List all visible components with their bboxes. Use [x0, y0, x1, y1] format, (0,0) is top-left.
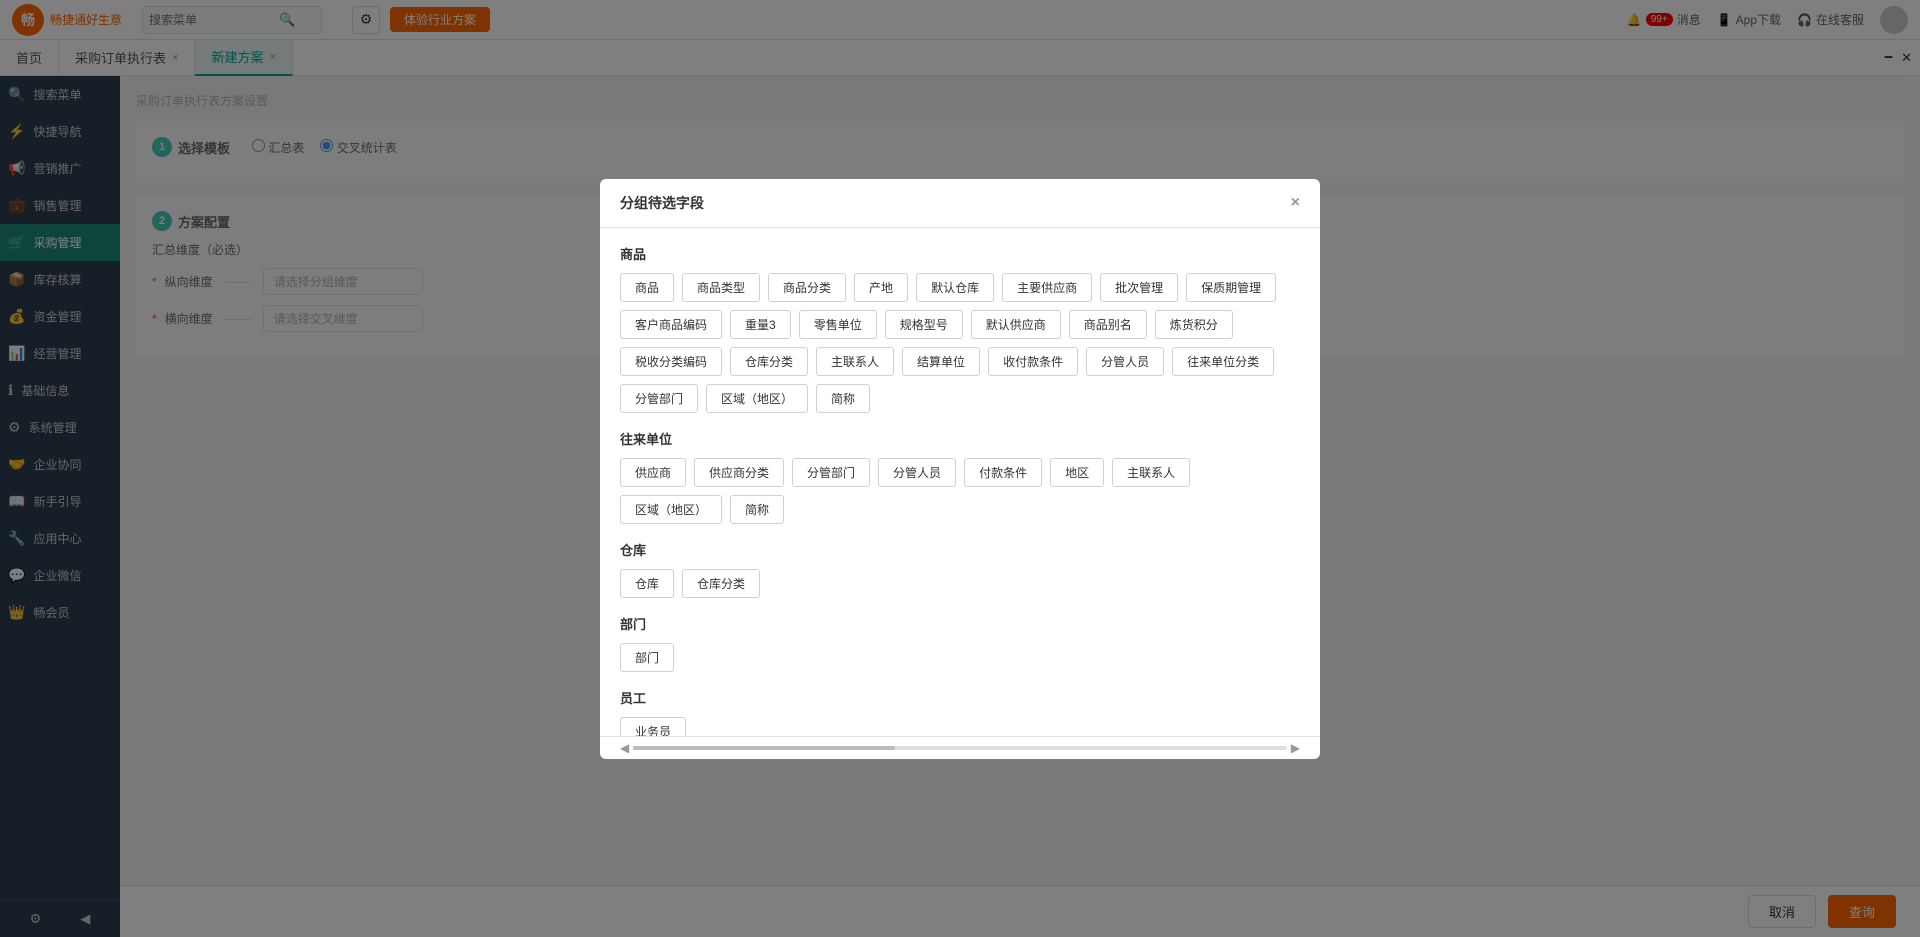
field-tag[interactable]: 仓库分类 — [730, 347, 808, 376]
hscroll-right[interactable]: ▶ — [1291, 741, 1300, 755]
field-tag[interactable]: 默认供应商 — [971, 310, 1061, 339]
category-contact-title: 往来单位 — [620, 429, 1300, 448]
field-tag[interactable]: 产地 — [854, 273, 908, 302]
field-tag[interactable]: 分管人员 — [878, 458, 956, 487]
goods-fields-grid: 商品 商品类型 商品分类 产地 默认仓库 主要供应商 批次管理 保质期管理 客户… — [620, 273, 1300, 413]
category-goods: 商品 商品 商品类型 商品分类 产地 默认仓库 主要供应商 批次管理 保质期管理… — [620, 244, 1300, 413]
category-contact: 往来单位 供应商 供应商分类 分管部门 分管人员 付款条件 地区 主联系人 区域… — [620, 429, 1300, 524]
field-tag[interactable]: 往来单位分类 — [1172, 347, 1274, 376]
field-tag[interactable]: 默认仓库 — [916, 273, 994, 302]
field-tag[interactable]: 业务员 — [620, 717, 686, 736]
field-tag[interactable]: 保质期管理 — [1186, 273, 1276, 302]
field-tag[interactable]: 简称 — [730, 495, 784, 524]
field-tag[interactable]: 主联系人 — [1112, 458, 1190, 487]
hscroll-thumb — [633, 746, 894, 750]
dept-fields-grid: 部门 — [620, 643, 1300, 672]
field-tag[interactable]: 重量3 — [730, 310, 791, 339]
modal-overlay: 分组待选字段 × 商品 商品 商品类型 商品分类 产地 默认仓库 主要供应商 批… — [0, 0, 1920, 937]
category-dept: 部门 部门 — [620, 614, 1300, 672]
field-tag[interactable]: 区域（地区） — [620, 495, 722, 524]
field-tag[interactable]: 分管部门 — [620, 384, 698, 413]
field-tag[interactable]: 税收分类编码 — [620, 347, 722, 376]
warehouse-fields-grid: 仓库 仓库分类 — [620, 569, 1300, 598]
employee-fields-grid: 业务员 — [620, 717, 1300, 736]
category-dept-title: 部门 — [620, 614, 1300, 633]
modal-header: 分组待选字段 × — [600, 179, 1320, 228]
field-tag[interactable]: 商品别名 — [1069, 310, 1147, 339]
hscroll-track — [633, 746, 1287, 750]
field-tag[interactable]: 仓库 — [620, 569, 674, 598]
modal-close-button[interactable]: × — [1291, 194, 1300, 212]
field-tag[interactable]: 主联系人 — [816, 347, 894, 376]
field-tag[interactable]: 简称 — [816, 384, 870, 413]
field-tag[interactable]: 地区 — [1050, 458, 1104, 487]
field-tag[interactable]: 商品类型 — [682, 273, 760, 302]
contact-fields-grid: 供应商 供应商分类 分管部门 分管人员 付款条件 地区 主联系人 区域（地区） … — [620, 458, 1300, 524]
field-tag[interactable]: 区域（地区） — [706, 384, 808, 413]
field-tag[interactable]: 商品 — [620, 273, 674, 302]
field-tag[interactable]: 批次管理 — [1100, 273, 1178, 302]
field-tag[interactable]: 分管人员 — [1086, 347, 1164, 376]
field-tag[interactable]: 主要供应商 — [1002, 273, 1092, 302]
field-tag[interactable]: 零售单位 — [799, 310, 877, 339]
field-tag[interactable]: 炼货积分 — [1155, 310, 1233, 339]
modal-title: 分组待选字段 — [620, 193, 704, 213]
field-tag[interactable]: 结算单位 — [902, 347, 980, 376]
field-tag[interactable]: 付款条件 — [964, 458, 1042, 487]
field-tag[interactable]: 规格型号 — [885, 310, 963, 339]
field-tag[interactable]: 部门 — [620, 643, 674, 672]
field-tag[interactable]: 供应商分类 — [694, 458, 784, 487]
category-goods-title: 商品 — [620, 244, 1300, 263]
field-tag[interactable]: 客户商品编码 — [620, 310, 722, 339]
field-tag[interactable]: 商品分类 — [768, 273, 846, 302]
hscroll-left[interactable]: ◀ — [620, 741, 629, 755]
field-tag[interactable]: 收付款条件 — [988, 347, 1078, 376]
category-employee-title: 员工 — [620, 688, 1300, 707]
field-tag[interactable]: 供应商 — [620, 458, 686, 487]
modal-hscroll: ◀ ▶ — [600, 736, 1320, 759]
modal-body: 商品 商品 商品类型 商品分类 产地 默认仓库 主要供应商 批次管理 保质期管理… — [600, 228, 1320, 736]
category-warehouse: 仓库 仓库 仓库分类 — [620, 540, 1300, 598]
modal-field-select: 分组待选字段 × 商品 商品 商品类型 商品分类 产地 默认仓库 主要供应商 批… — [600, 179, 1320, 759]
field-tag[interactable]: 分管部门 — [792, 458, 870, 487]
field-tag[interactable]: 仓库分类 — [682, 569, 760, 598]
category-warehouse-title: 仓库 — [620, 540, 1300, 559]
category-employee: 员工 业务员 — [620, 688, 1300, 736]
